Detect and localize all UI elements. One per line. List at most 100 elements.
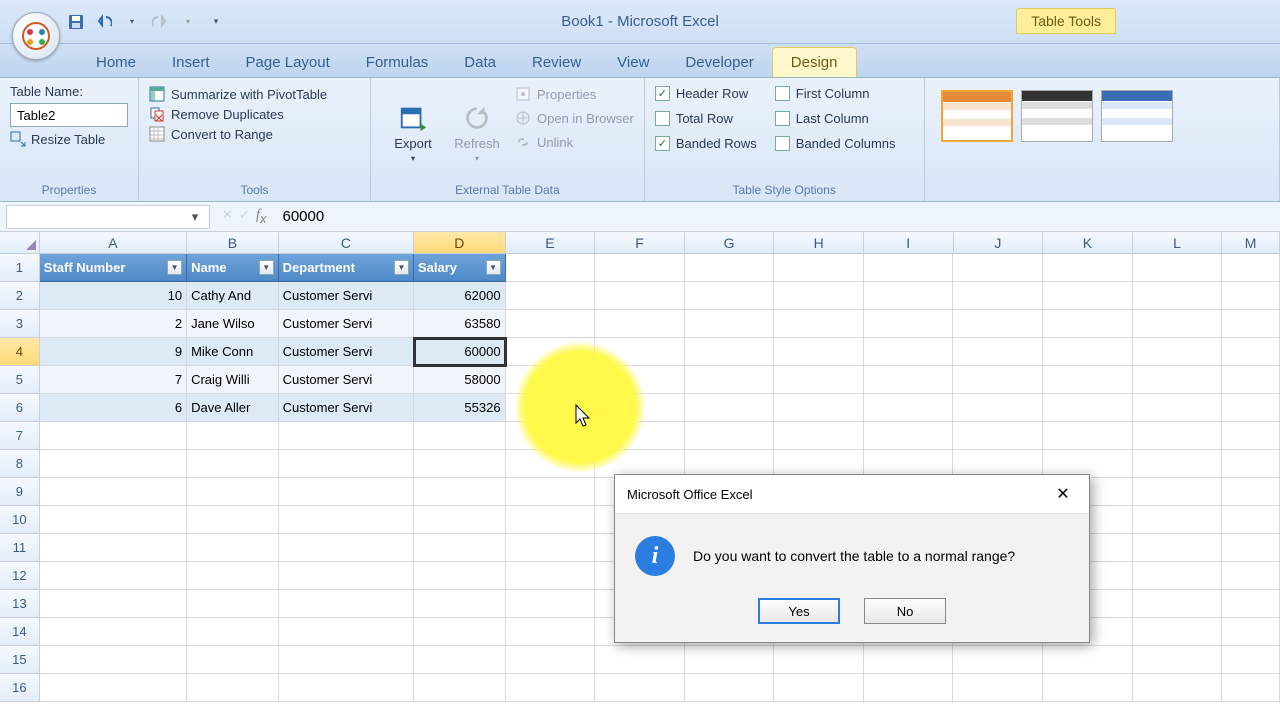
cell[interactable]: [774, 366, 864, 394]
cell[interactable]: [506, 506, 596, 534]
cell[interactable]: Dave Aller: [187, 394, 279, 422]
cell[interactable]: [685, 366, 775, 394]
header-row-checkbox[interactable]: ✓Header Row: [655, 84, 757, 103]
cell[interactable]: [187, 646, 279, 674]
cell[interactable]: [1133, 450, 1223, 478]
col-header-B[interactable]: B: [187, 232, 279, 253]
cell[interactable]: [187, 674, 279, 702]
cell[interactable]: [953, 422, 1043, 450]
cell[interactable]: 58000: [414, 366, 506, 394]
refresh-button[interactable]: Refresh▾: [445, 84, 509, 181]
redo-dropdown-icon[interactable]: ▾: [177, 11, 199, 33]
cell[interactable]: [506, 310, 596, 338]
cell[interactable]: Customer Servi: [279, 338, 414, 366]
cell[interactable]: [1043, 310, 1133, 338]
qat-customize-icon[interactable]: ▾: [205, 11, 227, 33]
row-header[interactable]: 3: [0, 310, 40, 338]
col-header-F[interactable]: F: [595, 232, 685, 253]
cell[interactable]: [279, 674, 414, 702]
cell[interactable]: 62000: [414, 282, 506, 310]
cell[interactable]: [506, 450, 596, 478]
cell[interactable]: [595, 338, 685, 366]
cell[interactable]: [685, 422, 775, 450]
fx-icon[interactable]: fx: [256, 207, 267, 226]
cell[interactable]: [187, 450, 279, 478]
cell[interactable]: [685, 282, 775, 310]
cell[interactable]: [1133, 590, 1223, 618]
filter-dropdown-icon[interactable]: ▼: [167, 260, 182, 275]
cell[interactable]: [40, 450, 187, 478]
summarize-pivot-button[interactable]: Summarize with PivotTable: [149, 84, 360, 104]
cell[interactable]: [1043, 338, 1133, 366]
name-box[interactable]: ▾: [6, 205, 210, 229]
row-header[interactable]: 15: [0, 646, 40, 674]
cell[interactable]: [953, 338, 1043, 366]
cell[interactable]: [506, 478, 596, 506]
cell[interactable]: [953, 674, 1043, 702]
cell[interactable]: [953, 366, 1043, 394]
cell[interactable]: [1133, 338, 1223, 366]
cell[interactable]: [279, 506, 414, 534]
cell[interactable]: [1222, 618, 1280, 646]
cell[interactable]: [1133, 534, 1223, 562]
row-header[interactable]: 13: [0, 590, 40, 618]
tab-insert[interactable]: Insert: [154, 48, 228, 77]
cell[interactable]: [414, 422, 506, 450]
cell[interactable]: [1222, 310, 1280, 338]
cell[interactable]: Customer Servi: [279, 282, 414, 310]
banded-columns-checkbox[interactable]: Banded Columns: [775, 134, 896, 153]
row-header[interactable]: 1: [0, 254, 40, 282]
row-header[interactable]: 9: [0, 478, 40, 506]
cell[interactable]: [1222, 254, 1280, 282]
cell[interactable]: [774, 394, 864, 422]
cell[interactable]: [1222, 394, 1280, 422]
row-header[interactable]: 16: [0, 674, 40, 702]
cell[interactable]: [414, 478, 506, 506]
first-column-checkbox[interactable]: First Column: [775, 84, 896, 103]
cell[interactable]: [1222, 338, 1280, 366]
cell[interactable]: [414, 506, 506, 534]
cell[interactable]: [506, 394, 596, 422]
undo-icon[interactable]: [93, 11, 115, 33]
cell[interactable]: [774, 254, 864, 282]
cell[interactable]: [774, 310, 864, 338]
cell[interactable]: [187, 478, 279, 506]
filter-dropdown-icon[interactable]: ▼: [259, 260, 274, 275]
row-header[interactable]: 2: [0, 282, 40, 310]
cell[interactable]: 60000: [414, 338, 506, 366]
cell[interactable]: [685, 394, 775, 422]
cell[interactable]: [1133, 506, 1223, 534]
cell[interactable]: [864, 254, 954, 282]
cell[interactable]: [1133, 618, 1223, 646]
unlink-button[interactable]: Unlink: [515, 132, 634, 152]
cell[interactable]: [40, 674, 187, 702]
cell[interactable]: [1133, 254, 1223, 282]
resize-table-button[interactable]: Resize Table: [10, 131, 128, 147]
cell[interactable]: [414, 590, 506, 618]
col-header-D[interactable]: D: [414, 232, 506, 253]
cell[interactable]: Customer Servi: [279, 394, 414, 422]
cell[interactable]: [1222, 282, 1280, 310]
cell[interactable]: [1133, 282, 1223, 310]
cell[interactable]: [595, 282, 685, 310]
cell[interactable]: [187, 618, 279, 646]
cell[interactable]: 9: [40, 338, 187, 366]
cell[interactable]: [279, 562, 414, 590]
cell[interactable]: [1043, 282, 1133, 310]
cell[interactable]: [953, 394, 1043, 422]
cell[interactable]: [1222, 674, 1280, 702]
tab-page-layout[interactable]: Page Layout: [228, 48, 348, 77]
cell[interactable]: [1133, 422, 1223, 450]
table-header-cell[interactable]: Salary▼: [414, 254, 506, 282]
cell[interactable]: [685, 338, 775, 366]
cell[interactable]: [187, 506, 279, 534]
table-header-cell[interactable]: Department▼: [279, 254, 414, 282]
tab-design[interactable]: Design: [772, 47, 857, 77]
cell[interactable]: [864, 282, 954, 310]
cell[interactable]: [864, 310, 954, 338]
dialog-yes-button[interactable]: Yes: [758, 598, 840, 624]
cell[interactable]: [1133, 478, 1223, 506]
last-column-checkbox[interactable]: Last Column: [775, 109, 896, 128]
cell[interactable]: [595, 310, 685, 338]
cell[interactable]: [506, 422, 596, 450]
